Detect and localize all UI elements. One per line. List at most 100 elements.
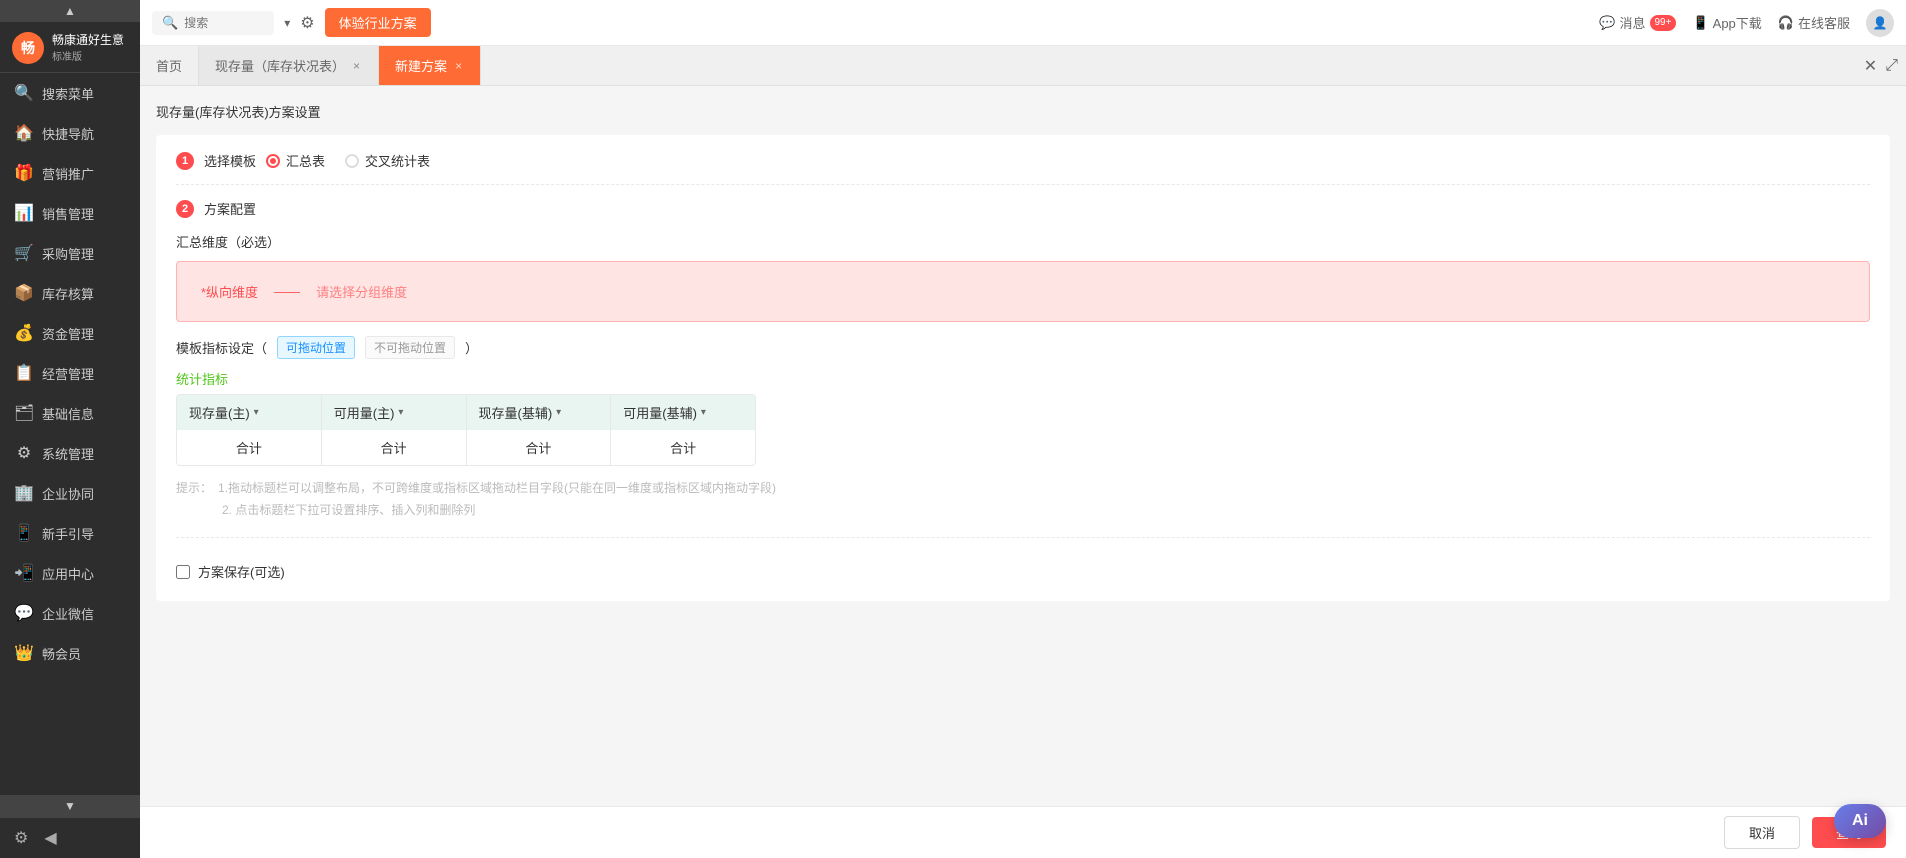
sidebar-icon-basic-info: 🗂 (14, 403, 34, 423)
user-avatar[interactable]: 👤 (1866, 9, 1894, 37)
sidebar-item-purchase[interactable]: 🛒采购管理 (0, 233, 140, 273)
sidebar-scroll-up[interactable]: ▲ (0, 0, 140, 22)
save-checkbox[interactable] (176, 565, 190, 579)
sidebar-item-marketing[interactable]: 🎁营销推广 (0, 153, 140, 193)
sidebar-icon-purchase: 🛒 (14, 243, 34, 263)
sidebar-label-enterprise: 企业协同 (42, 484, 94, 503)
sidebar-label-operation: 经营管理 (42, 364, 94, 383)
stats-table: 现存量(主) ▾ 可用量(主) ▾ 现存量(基辅) ▾ 可用量(基辅) (176, 394, 756, 466)
col-chevron-3[interactable]: ▾ (701, 407, 706, 418)
sidebar-label-newbie: 新手引导 (42, 524, 94, 543)
search-input[interactable] (184, 16, 264, 30)
message-icon: 💬 (1599, 15, 1615, 31)
stats-col-header-3[interactable]: 可用量(基辅) ▾ (611, 395, 755, 430)
search-box[interactable]: 🔍 (152, 11, 274, 35)
app-download-btn[interactable]: 📱 App下载 (1692, 13, 1761, 32)
cancel-button[interactable]: 取消 (1724, 816, 1800, 849)
radio-cross[interactable]: 交叉统计表 (345, 151, 430, 170)
dimension-label: *纵向维度 (201, 282, 258, 301)
indicator-config: 模板指标设定（ 可拖动位置 不可拖动位置 ） 统计指标 现存量(主) ▾ 可用量… (176, 336, 1870, 466)
tab-home[interactable]: 首页 (140, 46, 199, 85)
logo-icon: 畅 (12, 32, 44, 64)
dropdown-arrow-icon: ▾ (284, 16, 290, 30)
sidebar-icon-inventory: 📦 (14, 283, 34, 303)
radio-summary[interactable]: 汇总表 (266, 151, 325, 170)
dimension-box[interactable]: *纵向维度 —— 请选择分组维度 (176, 261, 1870, 322)
tip-text-0: 1.拖动标题栏可以调整布局，不可跨维度或指标区域拖动栏目字段(只能在同一维度或指… (218, 478, 776, 500)
sidebar-label-wechat: 企业微信 (42, 604, 94, 623)
message-label: 消息 (1619, 13, 1645, 32)
settings-panel: 1 选择模板 汇总表 交叉统计表 2 方案配置 (156, 135, 1890, 601)
sidebar-item-member[interactable]: 👑畅会员 (0, 633, 140, 673)
sidebar-icon-search-menu: 🔍 (14, 83, 34, 103)
new-plan-tab-close[interactable]: × (453, 59, 464, 73)
sidebar-item-finance[interactable]: 💰资金管理 (0, 313, 140, 353)
save-row: 方案保存(可选) (176, 552, 1870, 581)
message-btn[interactable]: 💬 消息 99+ (1599, 13, 1676, 32)
radio-cross-label: 交叉统计表 (365, 151, 430, 170)
sidebar-label-inventory: 库存核算 (42, 284, 94, 303)
sidebar-scroll-down[interactable]: ▼ (0, 795, 140, 817)
stats-col-label-0: 现存量(主) (189, 403, 250, 422)
sidebar-label-search-menu: 搜索菜单 (42, 84, 94, 103)
stats-col-header-0[interactable]: 现存量(主) ▾ (177, 395, 322, 430)
stats-col-body-2: 合计 (467, 430, 612, 465)
stats-col-header-2[interactable]: 现存量(基辅) ▾ (467, 395, 612, 430)
inventory-tab-close[interactable]: × (351, 59, 362, 73)
sidebar-item-system[interactable]: ⚙系统管理 (0, 433, 140, 473)
sidebar-item-newbie[interactable]: 📱新手引导 (0, 513, 140, 553)
template-radio-group: 汇总表 交叉统计表 (266, 151, 430, 170)
sidebar-item-sales[interactable]: 📊销售管理 (0, 193, 140, 233)
stats-col-body-3: 合计 (611, 430, 755, 465)
tips-section: 提示： 1.拖动标题栏可以调整布局，不可跨维度或指标区域拖动栏目字段(只能在同一… (176, 478, 1870, 521)
col-chevron-1[interactable]: ▾ (398, 407, 403, 418)
experience-btn[interactable]: 体验行业方案 (325, 8, 431, 37)
main-area: 🔍 ▾ ⚙ 体验行业方案 💬 消息 99+ 📱 App下载 🎧 在线客服 👤 (140, 0, 1906, 858)
topbar: 🔍 ▾ ⚙ 体验行业方案 💬 消息 99+ 📱 App下载 🎧 在线客服 👤 (140, 0, 1906, 46)
sidebar-nav: 🔍 搜索菜单 🏠快捷导航🎁营销推广📊销售管理🛒采购管理 📦 库存核算 💰资金管理📋经营管理… (0, 73, 140, 795)
sidebar-icon-marketing: 🎁 (14, 163, 34, 183)
topbar-gear-icon[interactable]: ⚙ (300, 13, 314, 33)
radio-summary-circle (266, 154, 280, 168)
logo-text-block: 畅康通好生意 标准版 (52, 33, 124, 64)
sidebar-item-wechat[interactable]: 💬 企业微信 (0, 593, 140, 633)
close-tab-icon[interactable]: ✕ (1864, 56, 1877, 76)
dimension-section-title: 汇总维度（必选） (176, 232, 1870, 251)
tab-new-plan[interactable]: 新建方案 × (379, 46, 481, 85)
sidebar-item-app-center[interactable]: 📲应用中心 (0, 553, 140, 593)
col-chevron-2[interactable]: ▾ (556, 407, 561, 418)
settings-icon[interactable]: ⚙ (14, 828, 28, 848)
sidebar-icon-wechat: 💬 (14, 603, 34, 623)
sidebar-item-quick-nav[interactable]: 🏠快捷导航 (0, 113, 140, 153)
tab-inventory-status[interactable]: 现存量（库存状况表） × (199, 46, 379, 85)
sidebar-item-enterprise[interactable]: 🏢企业协同 (0, 473, 140, 513)
step2-label: 方案配置 (204, 199, 256, 218)
topbar-dropdown[interactable]: ▾ (284, 16, 290, 30)
tabbar-controls: ✕ ⤢ (1864, 56, 1906, 76)
sidebar-icon-member: 👑 (14, 643, 34, 663)
sidebar-item-search-menu[interactable]: 🔍 搜索菜单 (0, 73, 140, 113)
collapse-icon[interactable]: ◀ (44, 828, 56, 848)
sidebar-label-system: 系统管理 (42, 444, 94, 463)
avatar-icon: 👤 (1873, 16, 1888, 30)
stats-section-title: 统计指标 (176, 369, 1870, 388)
tip-row-1: 2. 点击标题栏下拉可设置排序、插入列和删除列 (176, 500, 1870, 522)
ai-button[interactable]: Ai (1834, 804, 1886, 838)
tip-indent-1 (176, 500, 216, 522)
footer: 取消 查询 (140, 806, 1906, 858)
new-plan-tab-label: 新建方案 (395, 56, 447, 75)
sidebar-logo: 畅 畅康通好生意 标准版 (0, 22, 140, 73)
sidebar-item-basic-info[interactable]: 🗂基础信息 (0, 393, 140, 433)
online-service-btn[interactable]: 🎧 在线客服 (1778, 13, 1850, 32)
stats-col-label-2: 现存量(基辅) (479, 403, 553, 422)
sidebar-icon-quick-nav: 🏠 (14, 123, 34, 143)
stats-col-header-1[interactable]: 可用量(主) ▾ (322, 395, 467, 430)
sidebar-item-operation[interactable]: 📋经营管理 (0, 353, 140, 393)
radio-summary-label: 汇总表 (286, 151, 325, 170)
fixed-tag: 不可拖动位置 (365, 336, 455, 359)
expand-tab-icon[interactable]: ⤢ (1885, 57, 1898, 75)
content-area: 现存量(库存状况表)方案设置 1 选择模板 汇总表 交叉统计表 (140, 86, 1906, 806)
col-chevron-0[interactable]: ▾ (254, 407, 259, 418)
step-divider-1 (176, 184, 1870, 185)
sidebar-item-inventory[interactable]: 📦 库存核算 (0, 273, 140, 313)
